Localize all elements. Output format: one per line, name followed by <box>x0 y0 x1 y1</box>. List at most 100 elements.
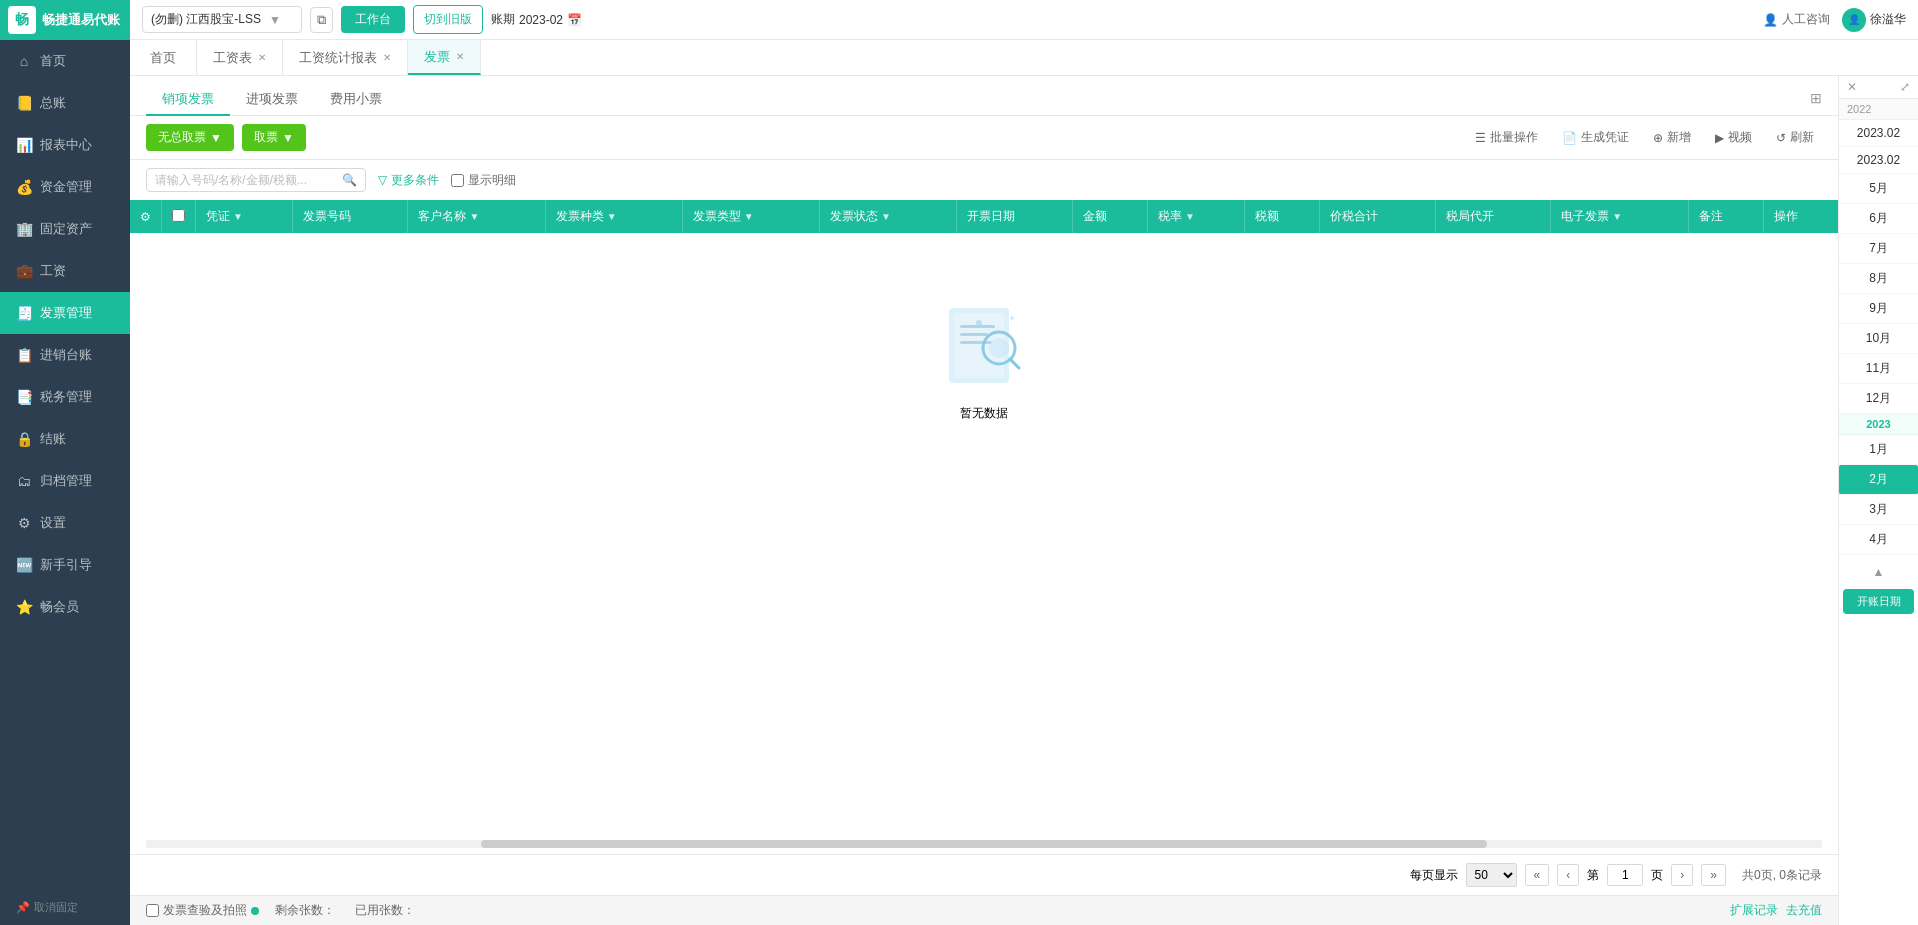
tab-home[interactable]: 首页 <box>130 40 197 75</box>
date-month-6[interactable]: 6月 <box>1839 204 1918 234</box>
col-settings[interactable]: ⚙ <box>130 200 162 233</box>
sidebar-item-funds[interactable]: 💰 资金管理 <box>0 166 130 208</box>
support-button[interactable]: 👤 人工咨询 <box>1763 11 1830 28</box>
generate-voucher-btn[interactable]: 📄 生成凭证 <box>1554 124 1637 151</box>
sidebar-item-ledger[interactable]: 📒 总账 <box>0 82 130 124</box>
date-panel-expand-btn[interactable]: ⤢ <box>1900 80 1910 94</box>
batch-op-btn[interactable]: ☰ 批量操作 <box>1467 124 1546 151</box>
col-voucher-filter-icon[interactable]: ▼ <box>233 211 243 222</box>
sidebar-item-guide[interactable]: 🆕 新手引导 <box>0 544 130 586</box>
col-checkbox[interactable] <box>162 200 196 233</box>
col-voucher: 凭证▼ <box>196 200 293 233</box>
date-nav-up[interactable]: ▲ <box>1871 563 1887 581</box>
tab-salary-stats-close[interactable]: ✕ <box>383 52 391 63</box>
tab-salary[interactable]: 工资表 ✕ <box>197 40 283 75</box>
check-invoice-checkbox[interactable] <box>146 904 159 917</box>
recharge-link[interactable]: 去充值 <box>1786 902 1822 919</box>
table-container: ⚙ 凭证▼ 发票号码 客户名称▼ 发票种类▼ 发票类型▼ 发票状态▼ 开票日期 … <box>130 200 1838 834</box>
date-panel-header: ✕ ⤢ <box>1839 76 1918 99</box>
take-invoice-btn[interactable]: 取票 ▼ <box>242 124 306 151</box>
sidebar-item-invoice[interactable]: 🧾 发票管理 <box>0 292 130 334</box>
no-invoice-btn[interactable]: 无总取票 ▼ <box>146 124 234 151</box>
per-page-select[interactable]: 50 20 100 <box>1466 863 1517 887</box>
date-month-10[interactable]: 10月 <box>1839 324 1918 354</box>
tab-salary-close[interactable]: ✕ <box>258 52 266 63</box>
video-btn[interactable]: ▶ 视频 <box>1707 124 1760 151</box>
sidebar-item-reports[interactable]: 📊 报表中心 <box>0 124 130 166</box>
date-month-8[interactable]: 8月 <box>1839 264 1918 294</box>
date-month-2023-1[interactable]: 1月 <box>1839 435 1918 465</box>
next-page-btn[interactable]: › <box>1671 864 1693 886</box>
user-menu[interactable]: 👤 徐溢华 <box>1842 8 1906 32</box>
col-tax-rate-filter-icon[interactable]: ▼ <box>1185 211 1195 222</box>
date-month-2023-3[interactable]: 3月 <box>1839 495 1918 525</box>
sidebar: 畅 畅捷通易代账 ⌂ 首页 📒 总账 📊 报表中心 💰 资金管理 🏢 固定资产 … <box>0 0 130 925</box>
sidebar-item-archive[interactable]: 🗂 归档管理 <box>0 460 130 502</box>
date-month-2023-4[interactable]: 4月 <box>1839 525 1918 555</box>
tab-invoice-close[interactable]: ✕ <box>456 51 464 62</box>
month-2023-4-label: 4月 <box>1869 531 1888 548</box>
refresh-btn[interactable]: ↺ 刷新 <box>1768 124 1822 151</box>
horizontal-scrollbar[interactable] <box>130 834 1838 854</box>
search-input[interactable] <box>155 173 338 187</box>
col-tax-code: 税局代开 <box>1435 200 1551 233</box>
subtab-sales[interactable]: 销项发票 <box>146 84 230 116</box>
show-detail-toggle[interactable]: 显示明细 <box>451 172 516 189</box>
last-page-btn[interactable]: » <box>1701 864 1726 886</box>
select-all-checkbox[interactable] <box>172 209 185 222</box>
col-e-invoice-filter-icon[interactable]: ▼ <box>1612 211 1622 222</box>
company-selector[interactable]: (勿删) 江西股宝-LSS ▼ <box>142 6 302 33</box>
sidebar-item-membership[interactable]: ⭐ 畅会员 <box>0 586 130 628</box>
date-month-5[interactable]: 5月 <box>1839 174 1918 204</box>
company-dropdown-icon: ▼ <box>269 13 281 27</box>
date-month-11[interactable]: 11月 <box>1839 354 1918 384</box>
col-invoice-status-filter-icon[interactable]: ▼ <box>881 211 891 222</box>
search-input-wrap[interactable]: 🔍 <box>146 168 366 192</box>
svg-point-6 <box>989 338 1009 358</box>
month-9-label: 9月 <box>1869 300 1888 317</box>
page-input[interactable] <box>1607 864 1643 886</box>
subtab-expense[interactable]: 费用小票 <box>314 84 398 116</box>
switch-version-button[interactable]: 切到旧版 <box>413 5 483 34</box>
col-invoice-no: 发票号码 <box>292 200 408 233</box>
sidebar-item-tax[interactable]: 📑 税务管理 <box>0 376 130 418</box>
search-icon[interactable]: 🔍 <box>342 173 357 187</box>
subtab-purchase[interactable]: 进项发票 <box>230 84 314 116</box>
add-count-link[interactable]: 扩展记录 <box>1730 902 1778 919</box>
more-conditions-btn[interactable]: ▽ 更多条件 <box>378 172 439 189</box>
add-btn[interactable]: ⊕ 新增 <box>1645 124 1699 151</box>
copy-button[interactable]: ⧉ <box>310 7 333 33</box>
prev-page-btn[interactable]: ‹ <box>1557 864 1579 886</box>
open-date-btn[interactable]: 开账日期 <box>1843 589 1914 614</box>
date-month-9[interactable]: 9月 <box>1839 294 1918 324</box>
show-detail-checkbox[interactable] <box>451 174 464 187</box>
sidebar-item-home[interactable]: ⌂ 首页 <box>0 40 130 82</box>
date-month-2023-02-highlight[interactable]: 2023.02 <box>1839 120 1918 147</box>
period-display: 账期 2023-02 📅 <box>491 11 582 28</box>
sidebar-item-sales[interactable]: 📋 进销台账 <box>0 334 130 376</box>
col-invoice-type-filter-icon[interactable]: ▼ <box>607 211 617 222</box>
date-month-12[interactable]: 12月 <box>1839 384 1918 414</box>
sidebar-item-settings[interactable]: ⚙ 设置 <box>0 502 130 544</box>
sidebar-item-salary[interactable]: 💼 工资 <box>0 250 130 292</box>
date-month-2023-02-b[interactable]: 2023.02 <box>1839 147 1918 174</box>
tab-salary-stats[interactable]: 工资统计报表 ✕ <box>283 40 408 75</box>
tab-invoice[interactable]: 发票 ✕ <box>408 40 481 75</box>
scrollbar-thumb[interactable] <box>481 840 1487 848</box>
col-customer-filter-icon[interactable]: ▼ <box>469 211 479 222</box>
date-panel-close-btn[interactable]: ✕ <box>1847 80 1857 94</box>
date-month-7[interactable]: 7月 <box>1839 234 1918 264</box>
col-invoice-cat-filter-icon[interactable]: ▼ <box>744 211 754 222</box>
sidebar-pin-btn[interactable]: 📌 取消固定 <box>0 890 130 925</box>
svg-point-9 <box>1010 316 1014 320</box>
col-invoice-category: 发票类型▼ <box>682 200 819 233</box>
refresh-icon: ↺ <box>1776 131 1786 145</box>
layout-icon[interactable]: ⊞ <box>1810 90 1822 106</box>
gen-voucher-label: 生成凭证 <box>1581 129 1629 146</box>
col-invoice-status: 发票状态▼ <box>819 200 956 233</box>
date-month-2023-2[interactable]: 2月 <box>1839 465 1918 495</box>
sidebar-item-fixed-assets[interactable]: 🏢 固定资产 <box>0 208 130 250</box>
sidebar-item-close[interactable]: 🔒 结账 <box>0 418 130 460</box>
first-page-btn[interactable]: « <box>1525 864 1550 886</box>
workspace-button[interactable]: 工作台 <box>341 6 405 33</box>
